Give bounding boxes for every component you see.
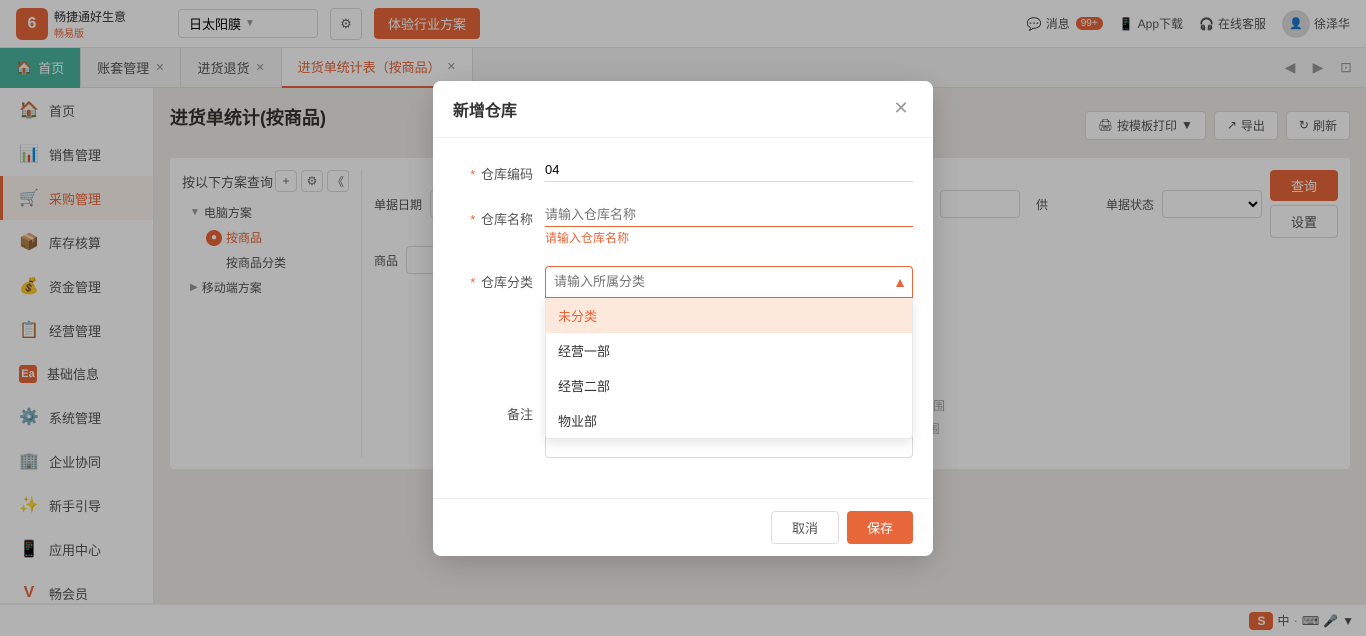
modal-header: 新增仓库 ✕ (433, 81, 933, 138)
add-warehouse-modal: 新增仓库 ✕ * 仓库编码 * 仓库名称 (433, 81, 933, 556)
code-input[interactable] (545, 158, 913, 182)
required-star: * (470, 167, 475, 182)
form-row-name: * 仓库名称 请输入仓库名称 (453, 203, 913, 246)
modal-overlay: 新增仓库 ✕ * 仓库编码 * 仓库名称 (0, 0, 1366, 636)
modal-footer: 取消 保存 (433, 498, 933, 556)
name-field: 请输入仓库名称 (545, 203, 913, 246)
option-dept1[interactable]: 经营一部 (546, 333, 912, 368)
code-field (545, 158, 913, 182)
cancel-button[interactable]: 取消 (771, 511, 839, 544)
category-dropdown-wrap: ▲ 未分类 经营一部 经营二部 物业部 (545, 266, 913, 298)
name-label: * 仓库名称 (453, 203, 533, 228)
option-unclassified[interactable]: 未分类 (546, 298, 912, 333)
form-row-category: * 仓库分类 ▲ 未分类 经营一部 经营二部 物业部 (453, 266, 913, 298)
modal-title: 新增仓库 (453, 97, 517, 121)
option-dept3[interactable]: 物业部 (546, 403, 912, 438)
note-label: 备注 (453, 398, 533, 423)
required-star-3: * (470, 275, 475, 290)
code-label: * 仓库编码 (453, 158, 533, 183)
option-dept2[interactable]: 经营二部 (546, 368, 912, 403)
category-dropdown-list: 未分类 经营一部 经营二部 物业部 (545, 298, 913, 439)
category-input[interactable] (545, 266, 913, 298)
name-error-msg: 请输入仓库名称 (545, 229, 913, 246)
required-star-2: * (470, 212, 475, 227)
category-label: * 仓库分类 (453, 266, 533, 291)
modal-close-btn[interactable]: ✕ (889, 97, 913, 121)
modal-body: * 仓库编码 * 仓库名称 请输入仓库名称 (433, 138, 933, 498)
form-row-code: * 仓库编码 (453, 158, 913, 183)
save-button[interactable]: 保存 (847, 511, 913, 544)
name-input[interactable] (545, 203, 913, 227)
dropdown-arrow-icon[interactable]: ▲ (893, 274, 907, 290)
